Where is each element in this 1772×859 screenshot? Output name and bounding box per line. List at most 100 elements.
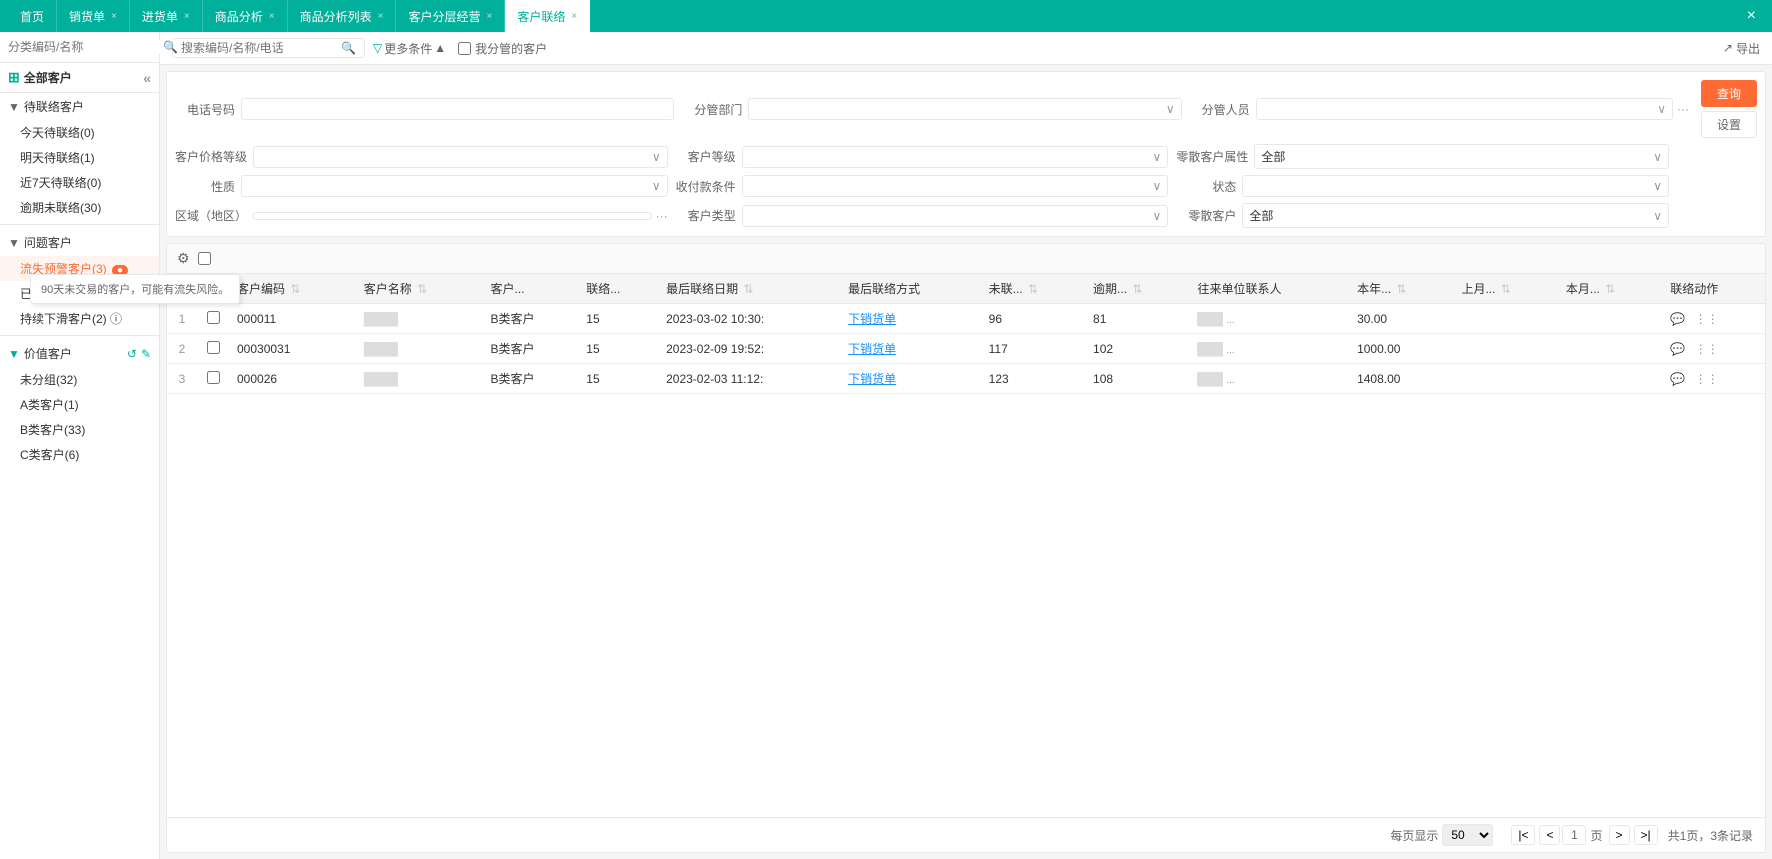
chat-icon-0[interactable]: 💬 bbox=[1670, 312, 1685, 326]
dept-select[interactable]: ∨ bbox=[748, 98, 1181, 120]
payment-select[interactable]: ∨ bbox=[742, 175, 1169, 197]
tab-analysis-close[interactable]: × bbox=[269, 11, 275, 22]
sidebar-collapse-button[interactable]: « bbox=[143, 70, 151, 86]
more-icon-1[interactable]: ⋮⋮ bbox=[1695, 342, 1719, 356]
col-this-year[interactable]: 本年... ⇅ bbox=[1349, 274, 1453, 304]
query-button[interactable]: 查询 bbox=[1701, 80, 1757, 107]
filter-status: 状态 ∨ bbox=[1176, 175, 1669, 197]
more-icon-0[interactable]: ⋮⋮ bbox=[1695, 312, 1719, 326]
sidebar-item-today[interactable]: 今天待联络(0) bbox=[0, 120, 159, 145]
price-level-select[interactable]: ∨ bbox=[253, 146, 668, 168]
row-checkbox-0[interactable] bbox=[197, 304, 229, 334]
row-contact-0: 15 bbox=[578, 304, 658, 334]
zero-customer-select[interactable]: 全部 ∨ bbox=[1242, 203, 1669, 228]
tab-customer-layer-close[interactable]: × bbox=[486, 11, 492, 22]
customer-type-select[interactable]: ∨ bbox=[742, 205, 1169, 227]
sidebar-item-class-b[interactable]: B类客户(33) bbox=[0, 417, 159, 442]
settings-button[interactable]: 设置 bbox=[1701, 111, 1757, 138]
col-no-contact[interactable]: 未联... ⇅ bbox=[981, 274, 1085, 304]
my-customers-check[interactable] bbox=[458, 42, 471, 55]
refresh-icon[interactable]: ↺ bbox=[127, 347, 137, 361]
filter-row-4: 区域（地区） ··· 客户类型 ∨ 零散客户 全部 bbox=[175, 203, 1757, 228]
tab-customer-contact-close[interactable]: × bbox=[571, 11, 577, 22]
chat-icon-1[interactable]: 💬 bbox=[1670, 342, 1685, 356]
row-last-way-0[interactable]: 下销货单 bbox=[840, 304, 980, 334]
col-overdue[interactable]: 逾期... ⇅ bbox=[1085, 274, 1189, 304]
payment-arrow: ∨ bbox=[1153, 179, 1162, 193]
status-select[interactable]: ∨ bbox=[1242, 175, 1669, 197]
filter-panel: 电话号码 分管部门 ∨ 分管人员 ∨ ··· bbox=[166, 71, 1766, 237]
col-name[interactable]: 客户名称 ⇅ bbox=[356, 274, 483, 304]
gender-select[interactable]: ∨ bbox=[241, 175, 668, 197]
sidebar-search-input[interactable] bbox=[8, 40, 163, 54]
tab-analysis-list-close[interactable]: × bbox=[378, 11, 384, 22]
problem-arrow-icon: ▼ bbox=[8, 236, 20, 250]
per-page-select[interactable]: 50 20 100 bbox=[1442, 824, 1493, 846]
zero-attr-select[interactable]: 全部 ∨ bbox=[1254, 144, 1669, 169]
prev-page-button[interactable]: < bbox=[1539, 825, 1560, 845]
col-last-month[interactable]: 上月... ⇅ bbox=[1453, 274, 1557, 304]
my-customers-checkbox[interactable]: 我分管的客户 bbox=[458, 40, 547, 57]
sidebar-item-7days[interactable]: 近7天待联络(0) bbox=[0, 170, 159, 195]
row-no-contact-1: 117 bbox=[981, 334, 1085, 364]
row-last-date-2: 2023-02-03 11:12: bbox=[658, 364, 840, 394]
tab-customer-layer[interactable]: 客户分层经营 × bbox=[396, 0, 505, 32]
more-conditions-label: 更多条件 bbox=[384, 40, 432, 57]
tab-sales-close[interactable]: × bbox=[111, 11, 117, 22]
row-checkbox-2[interactable] bbox=[197, 364, 229, 394]
row-last-way-2[interactable]: 下销货单 bbox=[840, 364, 980, 394]
manager-select[interactable]: ∨ bbox=[1256, 98, 1673, 120]
edit-icon[interactable]: ✎ bbox=[141, 347, 151, 361]
sidebar-item-ungroup[interactable]: 未分组(32) bbox=[0, 367, 159, 392]
export-button[interactable]: ↗ 导出 bbox=[1723, 40, 1760, 57]
search-input[interactable] bbox=[181, 41, 341, 55]
tab-analysis-list[interactable]: 商品分析列表 × bbox=[288, 0, 397, 32]
tab-sales[interactable]: 销货单 × bbox=[57, 0, 130, 32]
close-all-button[interactable]: × bbox=[1739, 7, 1764, 25]
last-page-button[interactable]: >| bbox=[1634, 825, 1658, 845]
sidebar-root-label: 全部客户 bbox=[24, 69, 72, 86]
region-more[interactable]: ··· bbox=[656, 209, 668, 223]
dept-label: 分管部门 bbox=[682, 101, 742, 118]
row-num-1: 2 bbox=[167, 334, 197, 364]
sidebar-section-problem[interactable]: ▼ 问题客户 bbox=[0, 229, 159, 256]
table-settings-icon[interactable]: ⚙ bbox=[177, 250, 190, 267]
tab-customer-contact[interactable]: 客户联络 × bbox=[505, 0, 590, 32]
sidebar-item-class-c[interactable]: C类客户(6) bbox=[0, 442, 159, 467]
row-type-1: B类客户 bbox=[483, 334, 579, 364]
sidebar-item-class-a[interactable]: A类客户(1) bbox=[0, 392, 159, 417]
chat-icon-2[interactable]: 💬 bbox=[1670, 372, 1685, 386]
more-conditions-button[interactable]: ▽ 更多条件 ▲ bbox=[373, 40, 446, 57]
region-select[interactable] bbox=[253, 212, 652, 220]
sidebar-item-declining[interactable]: 持续下滑客户(2) ⓘ bbox=[0, 306, 159, 331]
phone-input[interactable] bbox=[241, 98, 674, 120]
value-arrow-icon: ▼ bbox=[8, 347, 20, 361]
row-last-way-1[interactable]: 下销货单 bbox=[840, 334, 980, 364]
sidebar-section-pending[interactable]: ▼ 待联络客户 bbox=[0, 93, 159, 120]
select-all-checkbox[interactable] bbox=[198, 252, 211, 265]
sidebar-item-tomorrow[interactable]: 明天待联络(1) bbox=[0, 145, 159, 170]
tab-analysis[interactable]: 商品分析 × bbox=[203, 0, 288, 32]
first-page-button[interactable]: |< bbox=[1511, 825, 1535, 845]
more-icon-2[interactable]: ⋮⋮ bbox=[1695, 372, 1719, 386]
sidebar-item-overdue[interactable]: 逾期未联络(30) bbox=[0, 195, 159, 220]
col-last-date[interactable]: 最后联络日期 ⇅ bbox=[658, 274, 840, 304]
content-area: 🔍 ▽ 更多条件 ▲ 我分管的客户 ↗ 导出 电话号码 bbox=[160, 32, 1772, 859]
zero-customer-arrow: ∨ bbox=[1653, 209, 1662, 223]
next-page-button[interactable]: > bbox=[1609, 825, 1630, 845]
col-code[interactable]: 客户编码 ⇅ bbox=[229, 274, 356, 304]
manager-more[interactable]: ··· bbox=[1677, 102, 1689, 116]
sidebar-section-value[interactable]: ▼ 价值客户 ↺ ✎ bbox=[0, 340, 159, 367]
zero-customer-value: 全部 bbox=[1249, 207, 1273, 224]
col-this-year-label: 本年... bbox=[1357, 282, 1391, 296]
search-button[interactable]: 🔍 bbox=[341, 41, 356, 55]
col-this-month[interactable]: 本月... ⇅ bbox=[1558, 274, 1662, 304]
col-last-date-sort-icon: ⇅ bbox=[743, 282, 753, 296]
tab-purchase-close[interactable]: × bbox=[184, 11, 190, 22]
tab-home[interactable]: 首页 bbox=[8, 0, 57, 32]
search-container: 🔍 bbox=[172, 38, 365, 58]
table-scroll[interactable]: 客户编码 ⇅ 客户名称 ⇅ 客户... 联络... 最后联络日期 bbox=[167, 274, 1765, 817]
row-checkbox-1[interactable] bbox=[197, 334, 229, 364]
customer-level-select[interactable]: ∨ bbox=[742, 146, 1169, 168]
tab-purchase[interactable]: 进货单 × bbox=[130, 0, 203, 32]
